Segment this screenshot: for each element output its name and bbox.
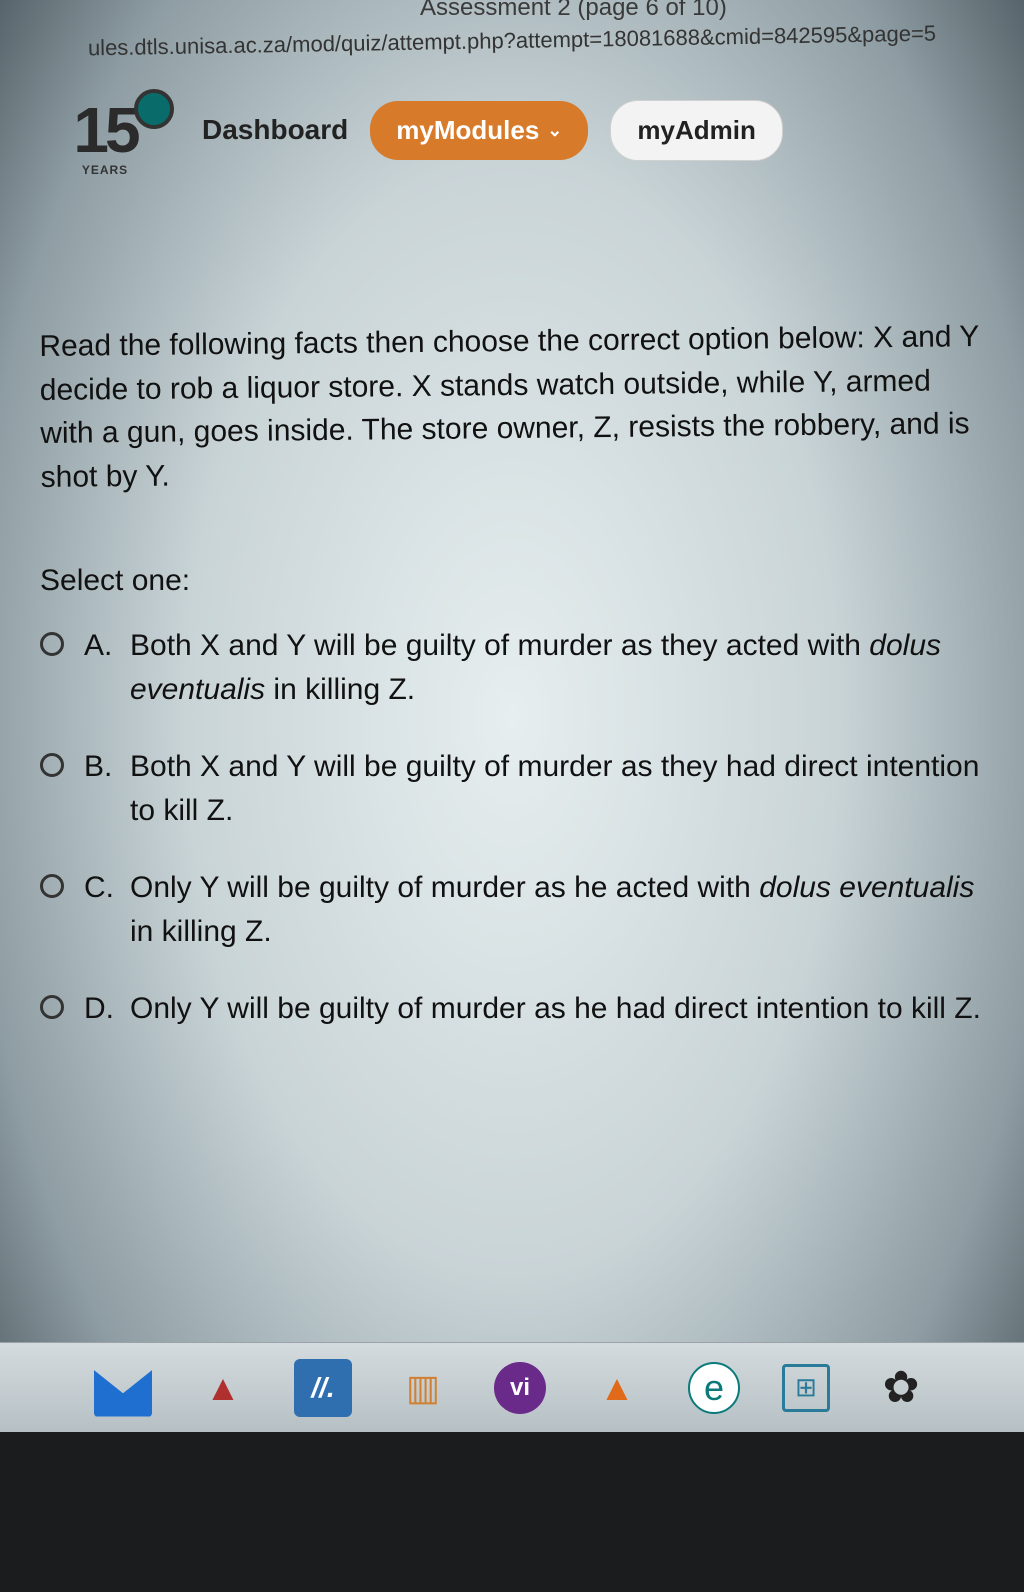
option-d-radio[interactable]: [40, 995, 64, 1019]
option-a-radio[interactable]: [40, 632, 64, 656]
nav-myadmin-label: myAdmin: [637, 115, 755, 146]
site-logo[interactable]: 15 YEARS: [30, 85, 180, 175]
quiz-question-block: Read the following facts then choose the…: [40, 320, 984, 1065]
option-c-text: Only Y will be guilty of murder as he ac…: [130, 866, 984, 953]
option-a[interactable]: A. Both X and Y will be guilty of murder…: [40, 624, 984, 711]
option-b-radio[interactable]: [40, 753, 64, 777]
vlc-icon[interactable]: ▲: [588, 1359, 646, 1417]
nav-mymodules-dropdown[interactable]: myModules ⌄: [370, 101, 588, 160]
logo-number: 15: [73, 93, 136, 167]
mail-icon[interactable]: [94, 1359, 152, 1417]
nav-dashboard[interactable]: Dashboard: [202, 114, 348, 146]
nav-myadmin[interactable]: myAdmin: [610, 100, 782, 161]
logo-badge-icon: [134, 89, 174, 129]
browser-tab-title: Assessment 2 (page 6 of 10): [420, 0, 727, 22]
calculator-icon[interactable]: ⊞: [782, 1364, 830, 1412]
site-header: 15 YEARS Dashboard myModules ⌄ myAdmin: [0, 70, 1024, 190]
logo-subtext: YEARS: [82, 163, 128, 177]
chevron-down-icon: ⌄: [547, 120, 562, 141]
settings-gear-icon[interactable]: ✿: [872, 1359, 930, 1417]
option-b-letter: B.: [84, 745, 130, 789]
option-d-letter: D.: [84, 987, 130, 1031]
file-explorer-icon[interactable]: ▥: [394, 1359, 452, 1417]
app-diag-icon[interactable]: //.: [294, 1359, 352, 1417]
option-d[interactable]: D. Only Y will be guilty of murder as he…: [40, 987, 984, 1031]
option-c-letter: C.: [84, 866, 130, 910]
option-c[interactable]: C. Only Y will be guilty of murder as he…: [40, 866, 984, 953]
laptop-bezel: [0, 1432, 1024, 1592]
option-a-text: Both X and Y will be guilty of murder as…: [130, 624, 984, 711]
question-stem: Read the following facts then choose the…: [39, 315, 985, 499]
option-c-radio[interactable]: [40, 874, 64, 898]
option-b[interactable]: B. Both X and Y will be guilty of murder…: [40, 745, 984, 832]
browser-url: ules.dtls.unisa.ac.za/mod/quiz/attempt.p…: [0, 19, 1024, 63]
nav-mymodules-label: myModules: [396, 115, 539, 146]
windows-taskbar: ▲ //. ▥ vi ▲ e ⊞ ✿: [0, 1342, 1024, 1432]
option-a-letter: A.: [84, 624, 130, 668]
edge-browser-icon[interactable]: e: [688, 1362, 740, 1414]
select-one-label: Select one:: [40, 564, 984, 598]
flame-icon[interactable]: ▲: [194, 1359, 252, 1417]
option-d-text: Only Y will be guilty of murder as he ha…: [130, 987, 984, 1031]
option-b-text: Both X and Y will be guilty of murder as…: [130, 745, 984, 832]
videoapp-icon[interactable]: vi: [494, 1362, 546, 1414]
